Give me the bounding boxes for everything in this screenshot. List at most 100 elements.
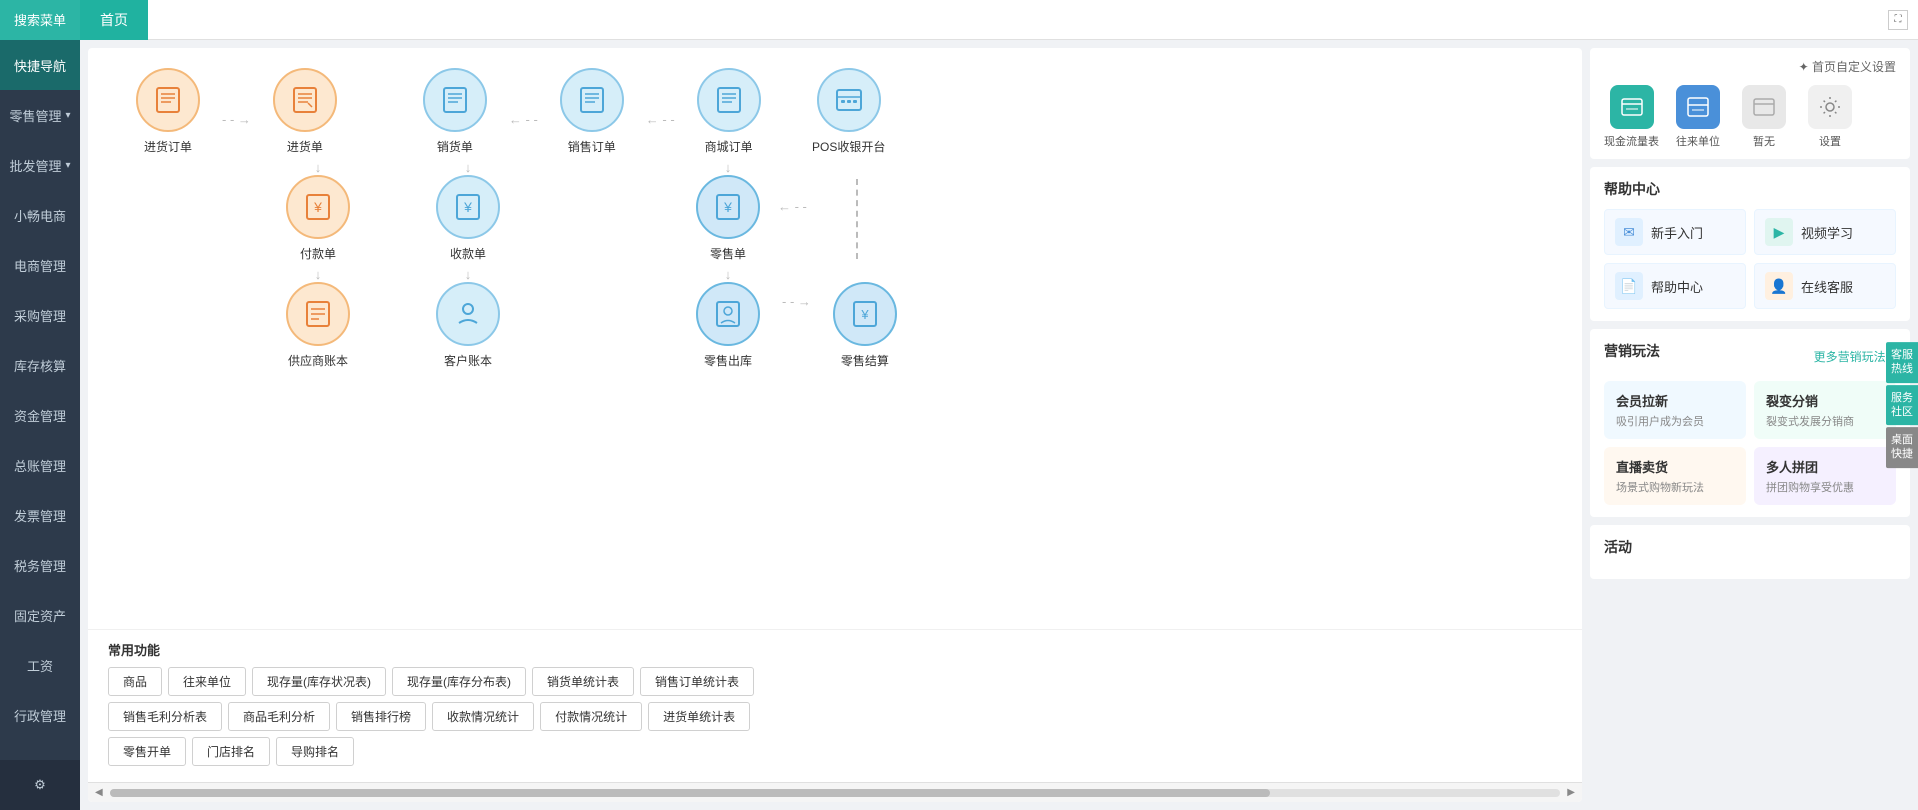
scroll-track[interactable] bbox=[110, 789, 1561, 797]
activity-title: 活动 bbox=[1604, 537, 1896, 557]
svg-text:¥: ¥ bbox=[723, 199, 732, 215]
sidebar-item-general-ledger[interactable]: 总账管理 bbox=[0, 440, 80, 490]
activity-section: 活动 bbox=[1590, 525, 1910, 579]
support-icon: 👤 bbox=[1765, 272, 1793, 300]
marketing-item-group[interactable]: 多人拼团 拼团购物享受优惠 bbox=[1754, 447, 1896, 505]
flow-node-payment-bill[interactable]: ¥ 付款单 bbox=[278, 175, 358, 262]
common-functions-section: 常用功能 商品 往来单位 现存量(库存状况表) 现存量(库存分布表) 销货单统计… bbox=[88, 629, 1582, 782]
flow-node-sales-bill[interactable]: 销货单 bbox=[415, 68, 495, 155]
gear-icon: ⚙ bbox=[34, 777, 46, 793]
float-btn-desktop[interactable]: 桌面快捷 bbox=[1886, 427, 1918, 468]
func-btn-goods-profit[interactable]: 商品毛利分析 bbox=[228, 702, 330, 731]
quick-icon-none[interactable]: 暂无 bbox=[1737, 85, 1791, 149]
chevron-down-icon: ▾ bbox=[65, 110, 70, 121]
flow-node-retail-settlement[interactable]: ¥ 零售结算 bbox=[825, 282, 905, 369]
func-btn-sales-rank[interactable]: 销售排行榜 bbox=[336, 702, 426, 731]
flow-node-supplier-account[interactable]: 供应商账本 bbox=[278, 282, 358, 369]
marketing-section: 营销玩法 更多营销玩法 > 会员拉新 吸引用户成为会员 裂变分销 裂变式发展分销… bbox=[1590, 329, 1910, 517]
func-btn-retail-order[interactable]: 零售开单 bbox=[108, 737, 186, 766]
marketing-item-member[interactable]: 会员拉新 吸引用户成为会员 bbox=[1604, 381, 1746, 439]
sidebar-item-purchase[interactable]: 采购管理 bbox=[0, 290, 80, 340]
quick-icon-contacts[interactable]: 往来单位 bbox=[1671, 85, 1725, 149]
func-btn-purchase-stats[interactable]: 进货单统计表 bbox=[648, 702, 750, 731]
func-btn-contacts[interactable]: 往来单位 bbox=[168, 667, 246, 696]
quick-icon-cashflow[interactable]: 现金流量表 bbox=[1604, 85, 1659, 149]
flow-node-retail-bill[interactable]: ¥ 零售单 bbox=[688, 175, 768, 262]
svg-text:¥: ¥ bbox=[860, 307, 869, 322]
float-btn-hotline[interactable]: 客服热线 bbox=[1886, 342, 1918, 383]
sidebar-item-tax[interactable]: 税务管理 bbox=[0, 540, 80, 590]
flow-node-sales-order[interactable]: 销售订单 bbox=[552, 68, 632, 155]
help-center-section: 帮助中心 ✉ 新手入门 ▶ 视频学习 📄 帮助中心 👤 bbox=[1590, 167, 1910, 321]
cashflow-icon-box bbox=[1610, 85, 1654, 129]
contacts-icon-box bbox=[1676, 85, 1720, 129]
func-btn-goods[interactable]: 商品 bbox=[108, 667, 162, 696]
float-btn-community[interactable]: 服务社区 bbox=[1886, 385, 1918, 426]
common-functions-title: 常用功能 bbox=[108, 640, 1562, 659]
flow-node-purchase-bill[interactable]: 进货单 bbox=[265, 68, 345, 155]
home-tab[interactable]: 首页 bbox=[80, 0, 148, 40]
help-item-help[interactable]: 📄 帮助中心 bbox=[1604, 263, 1746, 309]
scroll-thumb[interactable] bbox=[110, 789, 1270, 797]
flow-node-retail-out[interactable]: 零售出库 bbox=[688, 282, 768, 369]
func-btn-guide-rank[interactable]: 导购排名 bbox=[276, 737, 354, 766]
quick-icon-settings[interactable]: 设置 bbox=[1803, 85, 1857, 149]
settings-icon-box bbox=[1808, 85, 1852, 129]
func-btn-sales-profit[interactable]: 销售毛利分析表 bbox=[108, 702, 222, 731]
sidebar-item-retail[interactable]: 零售管理 ▾ bbox=[0, 90, 80, 140]
marketing-grid: 会员拉新 吸引用户成为会员 裂变分销 裂变式发展分销商 直播卖货 场景式购物新玩… bbox=[1604, 381, 1896, 505]
beginner-icon: ✉ bbox=[1615, 218, 1643, 246]
func-btn-sales-stats[interactable]: 销货单统计表 bbox=[532, 667, 634, 696]
help-grid: ✉ 新手入门 ▶ 视频学习 📄 帮助中心 👤 在线客服 bbox=[1604, 209, 1896, 309]
scroll-right-arrow[interactable]: ▶ bbox=[1564, 787, 1578, 798]
help-item-video[interactable]: ▶ 视频学习 bbox=[1754, 209, 1896, 255]
horizontal-scrollbar[interactable]: ◀ ▶ bbox=[88, 782, 1582, 802]
sidebar-item-ecommerce-small[interactable]: 小畅电商 bbox=[0, 190, 80, 240]
video-icon: ▶ bbox=[1765, 218, 1793, 246]
sidebar-item-finance[interactable]: 资金管理 bbox=[0, 390, 80, 440]
func-buttons-row1: 商品 往来单位 现存量(库存状况表) 现存量(库存分布表) 销货单统计表 销售订… bbox=[108, 667, 1562, 696]
marketing-item-fission[interactable]: 裂变分销 裂变式发展分销商 bbox=[1754, 381, 1896, 439]
right-panel: ✦ 首页自定义设置 现金流量表 往来单位 bbox=[1590, 48, 1910, 802]
search-menu-button[interactable]: 搜索菜单 bbox=[0, 0, 80, 40]
quick-settings-link[interactable]: ✦ 首页自定义设置 bbox=[1799, 58, 1896, 75]
flow-node-pos-open[interactable]: POS收银开台 bbox=[809, 68, 889, 155]
func-buttons-row3: 零售开单 门店排名 导购排名 bbox=[108, 737, 1562, 766]
marketing-item-live[interactable]: 直播卖货 场景式购物新玩法 bbox=[1604, 447, 1746, 505]
func-btn-stock-status[interactable]: 现存量(库存状况表) bbox=[252, 667, 386, 696]
func-btn-sales-order-stats[interactable]: 销售订单统计表 bbox=[640, 667, 754, 696]
svg-text:¥: ¥ bbox=[463, 199, 472, 215]
sidebar: 快捷导航 零售管理 ▾ 批发管理 ▾ 小畅电商 电商管理 采购管理 库存核算 资 bbox=[0, 40, 80, 810]
func-btn-stock-dist[interactable]: 现存量(库存分布表) bbox=[392, 667, 526, 696]
flow-node-mall-order[interactable]: 商城订单 bbox=[689, 68, 769, 155]
func-btn-store-rank[interactable]: 门店排名 bbox=[192, 737, 270, 766]
none-icon-box bbox=[1742, 85, 1786, 129]
help-item-support[interactable]: 👤 在线客服 bbox=[1754, 263, 1896, 309]
fullscreen-button[interactable]: ⛶ bbox=[1888, 10, 1908, 30]
flow-node-purchase-order[interactable]: 进货订单 bbox=[128, 68, 208, 155]
svg-text:¥: ¥ bbox=[313, 199, 322, 215]
sidebar-item-fixed-assets[interactable]: 固定资产 bbox=[0, 590, 80, 640]
marketing-title: 营销玩法 bbox=[1604, 341, 1660, 361]
flow-node-receipt-bill[interactable]: ¥ 收款单 bbox=[428, 175, 508, 262]
flow-node-customer-account[interactable]: 客户账本 bbox=[428, 282, 508, 369]
chevron-down-icon: ▾ bbox=[65, 160, 70, 171]
sidebar-item-quick-nav[interactable]: 快捷导航 bbox=[0, 40, 80, 90]
sidebar-settings-button[interactable]: ⚙ bbox=[0, 760, 80, 810]
sidebar-item-salary[interactable]: 工资 bbox=[0, 640, 80, 690]
more-marketing-link[interactable]: 更多营销玩法 > bbox=[1814, 348, 1896, 365]
func-buttons-row2: 销售毛利分析表 商品毛利分析 销售排行榜 收款情况统计 付款情况统计 进货单统计… bbox=[108, 702, 1562, 731]
help-item-beginner[interactable]: ✉ 新手入门 bbox=[1604, 209, 1746, 255]
help-icon: 📄 bbox=[1615, 272, 1643, 300]
sidebar-item-admin[interactable]: 行政管理 bbox=[0, 690, 80, 740]
help-center-title: 帮助中心 bbox=[1604, 179, 1896, 199]
quick-access-section: ✦ 首页自定义设置 现金流量表 往来单位 bbox=[1590, 48, 1910, 159]
sidebar-item-wholesale[interactable]: 批发管理 ▾ bbox=[0, 140, 80, 190]
scroll-left-arrow[interactable]: ◀ bbox=[92, 787, 106, 798]
sidebar-item-inventory[interactable]: 库存核算 bbox=[0, 340, 80, 390]
flowchart-area: 进货订单 - - → 进货单 bbox=[88, 48, 1582, 629]
sidebar-item-invoice[interactable]: 发票管理 bbox=[0, 490, 80, 540]
func-btn-payment-stats[interactable]: 付款情况统计 bbox=[540, 702, 642, 731]
func-btn-receipt-stats[interactable]: 收款情况统计 bbox=[432, 702, 534, 731]
sidebar-item-ecommerce-mgmt[interactable]: 电商管理 bbox=[0, 240, 80, 290]
